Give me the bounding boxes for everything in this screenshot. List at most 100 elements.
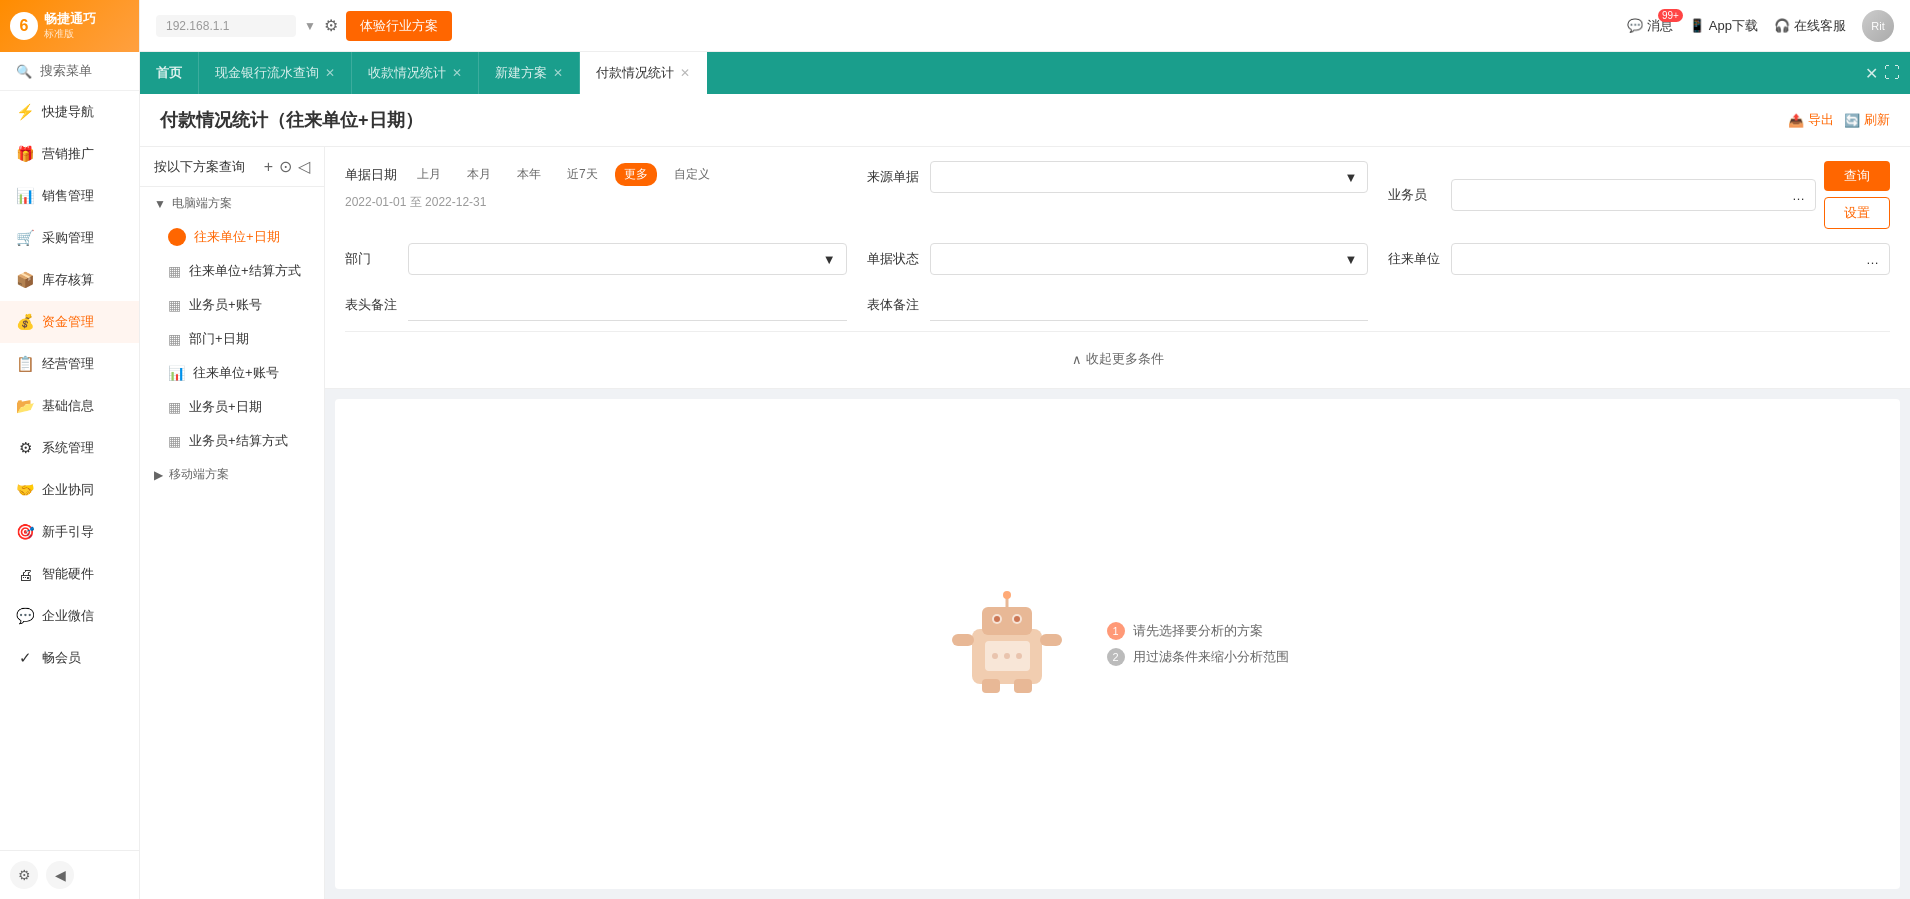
- head-note-input[interactable]: [408, 289, 847, 321]
- sidebar-item-sales[interactable]: 📊 销售管理: [0, 175, 139, 217]
- partner-chevron-icon: …: [1866, 252, 1879, 267]
- tab-payment[interactable]: 付款情况统计 ✕: [580, 52, 707, 94]
- salesman-select[interactable]: …: [1451, 179, 1816, 211]
- salesman-field-label: 业务员: [1388, 186, 1443, 204]
- dept-chevron-icon: ▼: [823, 252, 836, 267]
- hint-num-2: 2: [1107, 648, 1125, 666]
- partner-field-label: 往来单位: [1388, 250, 1443, 268]
- sidebar-item-label: 销售管理: [42, 187, 94, 205]
- hint-text-1: 请先选择要分析的方案: [1133, 622, 1263, 640]
- collapse-more-btn[interactable]: ∧ 收起更多条件: [345, 344, 1890, 374]
- sidebar-item-inventory[interactable]: 📦 库存核算: [0, 259, 139, 301]
- demo-btn[interactable]: 体验行业方案: [346, 11, 452, 41]
- tab-new-plan[interactable]: 新建方案 ✕: [479, 52, 580, 94]
- page-actions: 📤 导出 🔄 刷新: [1788, 111, 1890, 143]
- tab-close-all-icon[interactable]: ✕: [1865, 64, 1878, 83]
- svg-rect-11: [982, 679, 1000, 693]
- scheme-item-sales-date[interactable]: ▦ 业务员+日期: [140, 390, 324, 424]
- tab-cashflow-close-icon[interactable]: ✕: [325, 66, 335, 80]
- doc-status-select[interactable]: ▼: [930, 243, 1369, 275]
- tab-fullscreen-icon[interactable]: ⛶: [1884, 64, 1900, 82]
- body-note-input[interactable]: [930, 289, 1369, 321]
- tab-home-label: 首页: [156, 64, 182, 82]
- doc-status-field: 单据状态 ▼: [867, 243, 1369, 275]
- sidebar-item-member[interactable]: ✓ 畅会员: [0, 637, 139, 679]
- settings-btn[interactable]: 设置: [1824, 197, 1890, 229]
- sidebar-item-operation[interactable]: 📋 经营管理: [0, 343, 139, 385]
- scheme-section-title-label: 电脑端方案: [172, 195, 232, 212]
- topbar-user-avatar[interactable]: Rit: [1862, 10, 1894, 42]
- empty-robot-svg: [947, 589, 1067, 699]
- scheme-item-partner-settle[interactable]: ▦ 往来单位+结算方式: [140, 254, 324, 288]
- tab-payment-close-icon[interactable]: ✕: [680, 66, 690, 80]
- sidebar-item-hardware[interactable]: 🖨 智能硬件: [0, 553, 139, 595]
- date-btn-custom[interactable]: 自定义: [665, 161, 719, 188]
- date-btn-7days[interactable]: 近7天: [558, 161, 607, 188]
- tab-home[interactable]: 首页: [140, 52, 199, 94]
- sidebar-item-weixin[interactable]: 💬 企业微信: [0, 595, 139, 637]
- scheme-settings-btn[interactable]: ⊙: [279, 157, 292, 176]
- scheme-item-partner-account[interactable]: 📊 往来单位+账号: [140, 356, 324, 390]
- quick-nav-icon: ⚡: [16, 103, 34, 121]
- tabbar: 首页 现金银行流水查询 ✕ 收款情况统计 ✕ 新建方案 ✕ 付款情况统计 ✕ ✕…: [140, 52, 1910, 94]
- date-btn-last-month[interactable]: 上月: [408, 161, 450, 188]
- basic-icon: 📂: [16, 397, 34, 415]
- sales-icon: 📊: [16, 187, 34, 205]
- sidebar-item-label: 智能硬件: [42, 565, 94, 583]
- refresh-btn[interactable]: 🔄 刷新: [1844, 111, 1890, 129]
- scheme-section-desktop-title[interactable]: ▼ 电脑端方案: [140, 187, 324, 220]
- date-field-label: 单据日期: [345, 166, 400, 184]
- marketing-icon: 🎁: [16, 145, 34, 163]
- scheme-add-btn[interactable]: +: [264, 158, 273, 176]
- sidebar-item-label: 畅会员: [42, 649, 81, 667]
- search-menu-btn[interactable]: 🔍 搜索菜单: [0, 52, 139, 91]
- sidebar-item-purchase[interactable]: 🛒 采购管理: [0, 217, 139, 259]
- export-btn[interactable]: 📤 导出: [1788, 111, 1834, 129]
- partner-select[interactable]: …: [1451, 243, 1890, 275]
- sidebar-collapse-btn[interactable]: ◀: [46, 861, 74, 889]
- scheme-item-label: 业务员+日期: [189, 398, 262, 416]
- date-btn-this-month[interactable]: 本月: [458, 161, 500, 188]
- tab-cashflow[interactable]: 现金银行流水查询 ✕: [199, 52, 352, 94]
- topbar-gear-icon[interactable]: ⚙: [324, 16, 338, 35]
- sidebar-item-label: 经营管理: [42, 355, 94, 373]
- sidebar-item-finance[interactable]: 💰 资金管理: [0, 301, 139, 343]
- scheme-item-sales-account[interactable]: ▦ 业务员+账号: [140, 288, 324, 322]
- sidebar: 6 畅捷通巧 标准版 🔍 搜索菜单 ⚡ 快捷导航 🎁 营销推广 📊 销售管理 🛒…: [0, 0, 140, 899]
- sidebar-item-marketing[interactable]: 🎁 营销推广: [0, 133, 139, 175]
- sidebar-item-label: 资金管理: [42, 313, 94, 331]
- guide-icon: 🎯: [16, 523, 34, 541]
- tab-new-plan-label: 新建方案: [495, 64, 547, 82]
- tab-new-plan-close-icon[interactable]: ✕: [553, 66, 563, 80]
- scheme-item-icon: ▦: [168, 297, 181, 313]
- scheme-header-left: 按以下方案查询: [154, 158, 245, 176]
- topbar-chevron-icon[interactable]: ▼: [304, 19, 316, 33]
- search-menu-label: 搜索菜单: [40, 62, 92, 80]
- tab-receipt-close-icon[interactable]: ✕: [452, 66, 462, 80]
- source-field-label: 来源单据: [867, 168, 922, 186]
- date-btn-this-year[interactable]: 本年: [508, 161, 550, 188]
- body-note-field: 表体备注: [867, 289, 1369, 321]
- scheme-item-dept-date[interactable]: ▦ 部门+日期: [140, 322, 324, 356]
- topbar-app-btn[interactable]: 📱 App下载: [1689, 17, 1758, 35]
- sidebar-item-quick-nav[interactable]: ⚡ 快捷导航: [0, 91, 139, 133]
- scheme-section-mobile-title[interactable]: ▶ 移动端方案: [140, 458, 324, 491]
- sidebar-item-basic[interactable]: 📂 基础信息: [0, 385, 139, 427]
- scheme-item-partner-date[interactable]: 往来单位+日期: [140, 220, 324, 254]
- topbar-msg-btn[interactable]: 💬 消息 99+: [1627, 17, 1673, 35]
- sidebar-item-guide[interactable]: 🎯 新手引导: [0, 511, 139, 553]
- dept-select[interactable]: ▼: [408, 243, 847, 275]
- topbar-service-btn[interactable]: 🎧 在线客服: [1774, 17, 1846, 35]
- tab-receipt[interactable]: 收款情况统计 ✕: [352, 52, 479, 94]
- sidebar-item-label: 快捷导航: [42, 103, 94, 121]
- scheme-collapse-btn[interactable]: ◁: [298, 157, 310, 176]
- sidebar-item-enterprise[interactable]: 🤝 企业协同: [0, 469, 139, 511]
- sidebar-settings-btn[interactable]: ⚙: [10, 861, 38, 889]
- query-btn[interactable]: 查询: [1824, 161, 1890, 191]
- sidebar-logo: 6 畅捷通巧 标准版: [0, 0, 139, 52]
- scheme-item-sales-settle[interactable]: ▦ 业务员+结算方式: [140, 424, 324, 458]
- date-range-sep: 至: [410, 195, 425, 209]
- sidebar-item-system[interactable]: ⚙ 系统管理: [0, 427, 139, 469]
- date-btn-more[interactable]: 更多: [615, 163, 657, 186]
- source-select[interactable]: ▼: [930, 161, 1369, 193]
